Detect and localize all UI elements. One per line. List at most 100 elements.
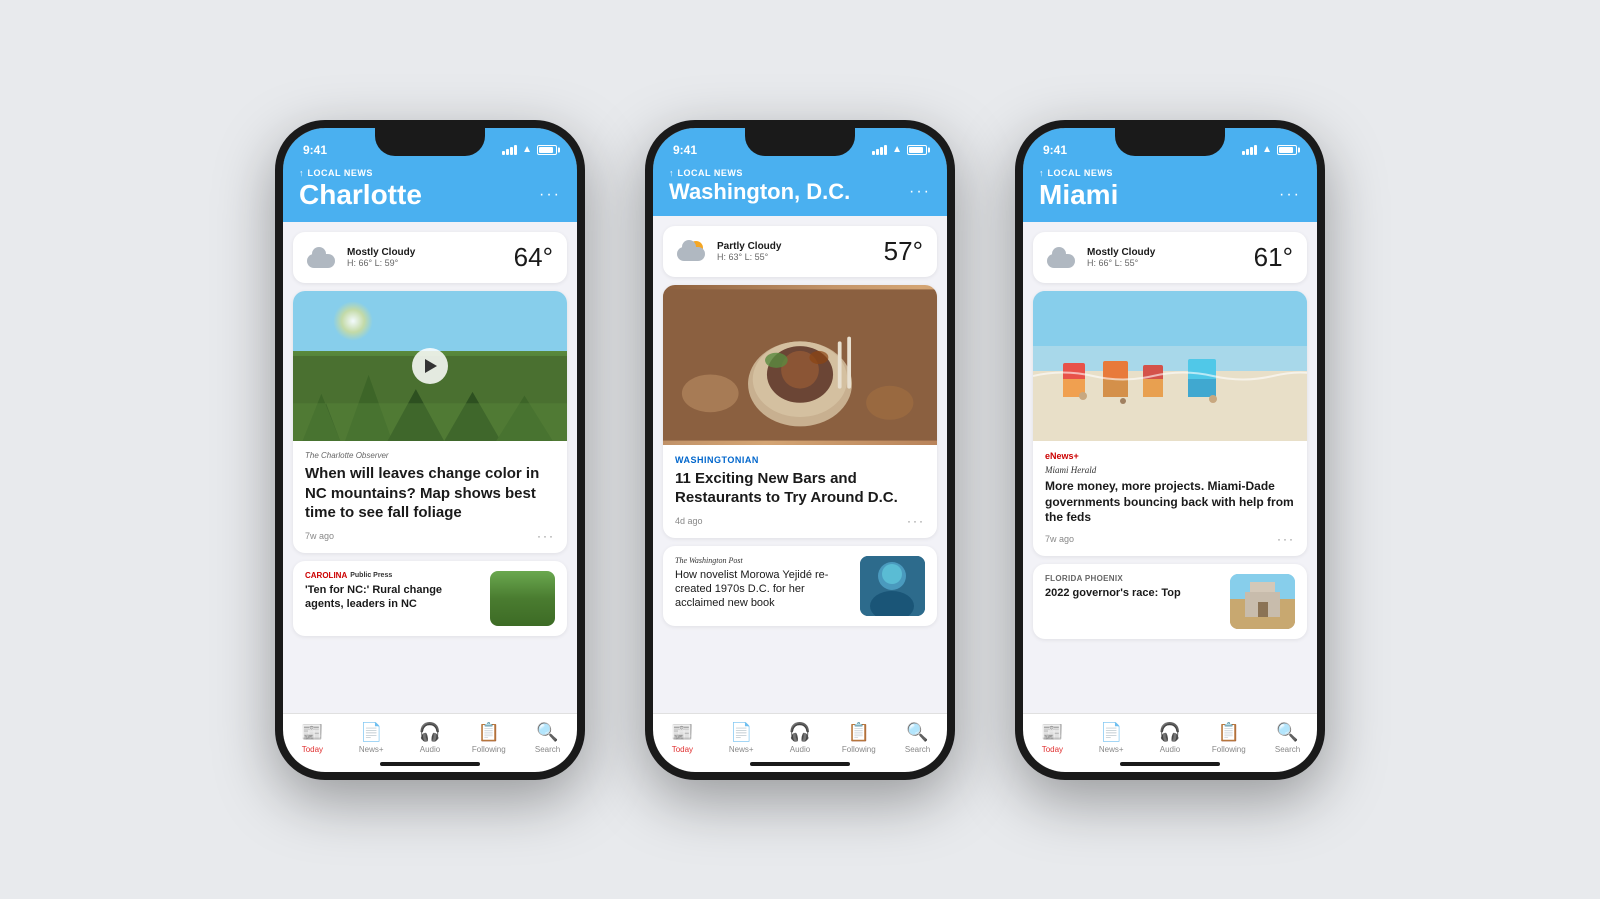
content-charlotte: Mostly Cloudy H: 66° L: 59° 64° [283, 222, 577, 712]
search-icon-w: 🔍 [906, 722, 928, 743]
tab-search-washington[interactable]: 🔍 Search [896, 722, 940, 754]
home-indicator-miami [1023, 758, 1317, 772]
audio-icon-w: 🎧 [789, 722, 811, 743]
weather-temp-charlotte: 64° [514, 242, 553, 273]
status-time-charlotte: 9:41 [303, 143, 327, 157]
tab-newsplus-charlotte[interactable]: 📄 News+ [349, 722, 393, 754]
tab-audio-miami[interactable]: 🎧 Audio [1148, 722, 1192, 754]
main-article-charlotte[interactable]: The Charlotte Observer When will leaves … [293, 291, 567, 553]
tab-today-charlotte[interactable]: 📰 Today [290, 722, 334, 754]
weather-condition-charlotte: Mostly Cloudy [347, 247, 415, 258]
source-sub-charlotte: Public Press [350, 572, 392, 579]
main-article-miami[interactable]: eNews+ Miami Herald More money, more pro… [1033, 291, 1307, 556]
tab-following-charlotte[interactable]: 📋 Following [467, 722, 511, 754]
weather-condition-washington: Partly Cloudy [717, 241, 781, 252]
weather-card-miami[interactable]: Mostly Cloudy H: 66° L: 55° 61° [1033, 232, 1307, 283]
weather-temp-miami: 61° [1254, 242, 1293, 273]
tab-search-miami[interactable]: 🔍 Search [1266, 722, 1310, 754]
tab-bar-charlotte: 📰 Today 📄 News+ 🎧 Audio 📋 Following 🔍 Se… [283, 713, 577, 758]
city-name-washington: Washington, D.C. [669, 180, 850, 204]
wifi-icon: ▲ [522, 144, 532, 155]
tab-audio-charlotte[interactable]: 🎧 Audio [408, 722, 452, 754]
weather-icon-washington [677, 241, 709, 261]
wifi-icon-m: ▲ [1262, 144, 1272, 155]
article-source-miami: Miami Herald [1045, 465, 1295, 475]
article-title-miami: More money, more projects. Miami-Dade go… [1045, 479, 1295, 526]
source-logo-charlotte: CAROLINA [305, 571, 347, 580]
secondary-article-charlotte[interactable]: CAROLINA Public Press 'Ten for NC:' Rura… [293, 561, 567, 636]
more-button-charlotte[interactable]: ··· [539, 186, 561, 204]
notch-charlotte [375, 128, 485, 156]
phone-miami: 9:41 ▲ ↑ LOCAL NEWS Miami ··· [1015, 120, 1325, 780]
status-icons-miami: ▲ [1242, 144, 1297, 155]
tab-following-washington[interactable]: 📋 Following [837, 722, 881, 754]
local-news-label-washington: LOCAL NEWS [678, 168, 743, 178]
article-source-washington: WASHINGTONIAN [675, 455, 925, 465]
city-name-charlotte: Charlotte [299, 180, 422, 211]
signal-icon [502, 145, 517, 155]
article-title-charlotte: When will leaves change color in NC moun… [305, 464, 555, 523]
city-name-miami: Miami [1039, 180, 1118, 211]
tab-today-miami[interactable]: 📰 Today [1030, 722, 1074, 754]
article-more-washington[interactable]: ··· [907, 514, 925, 528]
article-more-miami[interactable]: ··· [1277, 532, 1295, 546]
newsplus-icon-w: 📄 [730, 722, 752, 743]
tab-today-washington[interactable]: 📰 Today [660, 722, 704, 754]
content-washington: Partly Cloudy H: 63° L: 55° 57° [653, 216, 947, 713]
today-icon-m: 📰 [1041, 722, 1063, 743]
tab-newsplus-miami[interactable]: 📄 News+ [1089, 722, 1133, 754]
weather-temp-range-miami: H: 66° L: 55° [1087, 258, 1155, 268]
today-icon-w: 📰 [671, 722, 693, 743]
tab-search-label-m: Search [1275, 745, 1300, 754]
weather-card-washington[interactable]: Partly Cloudy H: 63° L: 55° 57° [663, 226, 937, 277]
tab-following-label: Following [472, 745, 506, 754]
following-icon: 📋 [478, 722, 500, 743]
tab-newsplus-label: News+ [359, 745, 384, 754]
tab-search-label-w: Search [905, 745, 930, 754]
article-image-washington [663, 285, 937, 445]
tab-newsplus-label-w: News+ [729, 745, 754, 754]
more-button-washington[interactable]: ··· [909, 183, 931, 201]
weather-condition-miami: Mostly Cloudy [1087, 247, 1155, 258]
florida-source: FLORIDA PHOENIX [1045, 574, 1222, 583]
home-indicator-charlotte [283, 758, 577, 772]
article-time-washington: 4d ago [675, 516, 703, 526]
tab-audio-label-w: Audio [790, 745, 810, 754]
search-icon: 🔍 [536, 722, 558, 743]
weather-temp-range-washington: H: 63° L: 55° [717, 252, 781, 262]
local-news-label-miami: LOCAL NEWS [1048, 168, 1113, 178]
main-article-washington[interactable]: WASHINGTONIAN 11 Exciting New Bars and R… [663, 285, 937, 538]
tab-today-label: Today [302, 745, 323, 754]
audio-icon: 🎧 [419, 722, 441, 743]
tab-following-label-m: Following [1212, 745, 1246, 754]
weather-temp-range-charlotte: H: 66° L: 59° [347, 258, 415, 268]
article-source-charlotte: The Charlotte Observer [305, 451, 555, 460]
tab-today-label-w: Today [672, 745, 693, 754]
article-more-charlotte[interactable]: ··· [537, 529, 555, 543]
arrow-icon-w: ↑ [669, 168, 674, 178]
tab-bar-washington: 📰 Today 📄 News+ 🎧 Audio 📋 Following 🔍 Se… [653, 713, 947, 758]
home-indicator-washington [653, 758, 947, 772]
secondary-article-miami[interactable]: FLORIDA PHOENIX 2022 governor's race: To… [1033, 564, 1307, 639]
play-button-charlotte[interactable] [412, 348, 448, 384]
florida-thumb [1230, 574, 1295, 629]
article-image-charlotte [293, 291, 567, 441]
article-time-charlotte: 7w ago [305, 531, 334, 541]
weather-card-charlotte[interactable]: Mostly Cloudy H: 66° L: 59° 64° [293, 232, 567, 283]
article-image-miami [1033, 291, 1307, 441]
signal-icon-m [1242, 145, 1257, 155]
notch-miami [1115, 128, 1225, 156]
tab-search-charlotte[interactable]: 🔍 Search [526, 722, 570, 754]
battery-icon-m [1277, 145, 1297, 155]
wp-title: How novelist Morowa Yejidé re-created 19… [675, 568, 852, 611]
tab-newsplus-washington[interactable]: 📄 News+ [719, 722, 763, 754]
tab-audio-washington[interactable]: 🎧 Audio [778, 722, 822, 754]
article-title-washington: 11 Exciting New Bars and Restaurants to … [675, 469, 925, 508]
app-header-washington: ↑ LOCAL NEWS Washington, D.C. ··· [653, 164, 947, 216]
florida-title: 2022 governor's race: Top [1045, 586, 1222, 600]
article-time-miami: 7w ago [1045, 534, 1074, 544]
more-button-miami[interactable]: ··· [1279, 186, 1301, 204]
tab-following-miami[interactable]: 📋 Following [1207, 722, 1251, 754]
secondary-title-charlotte: 'Ten for NC:' Rural change agents, leade… [305, 583, 482, 612]
secondary-article-washington[interactable]: The Washington Post How novelist Morowa … [663, 546, 937, 626]
